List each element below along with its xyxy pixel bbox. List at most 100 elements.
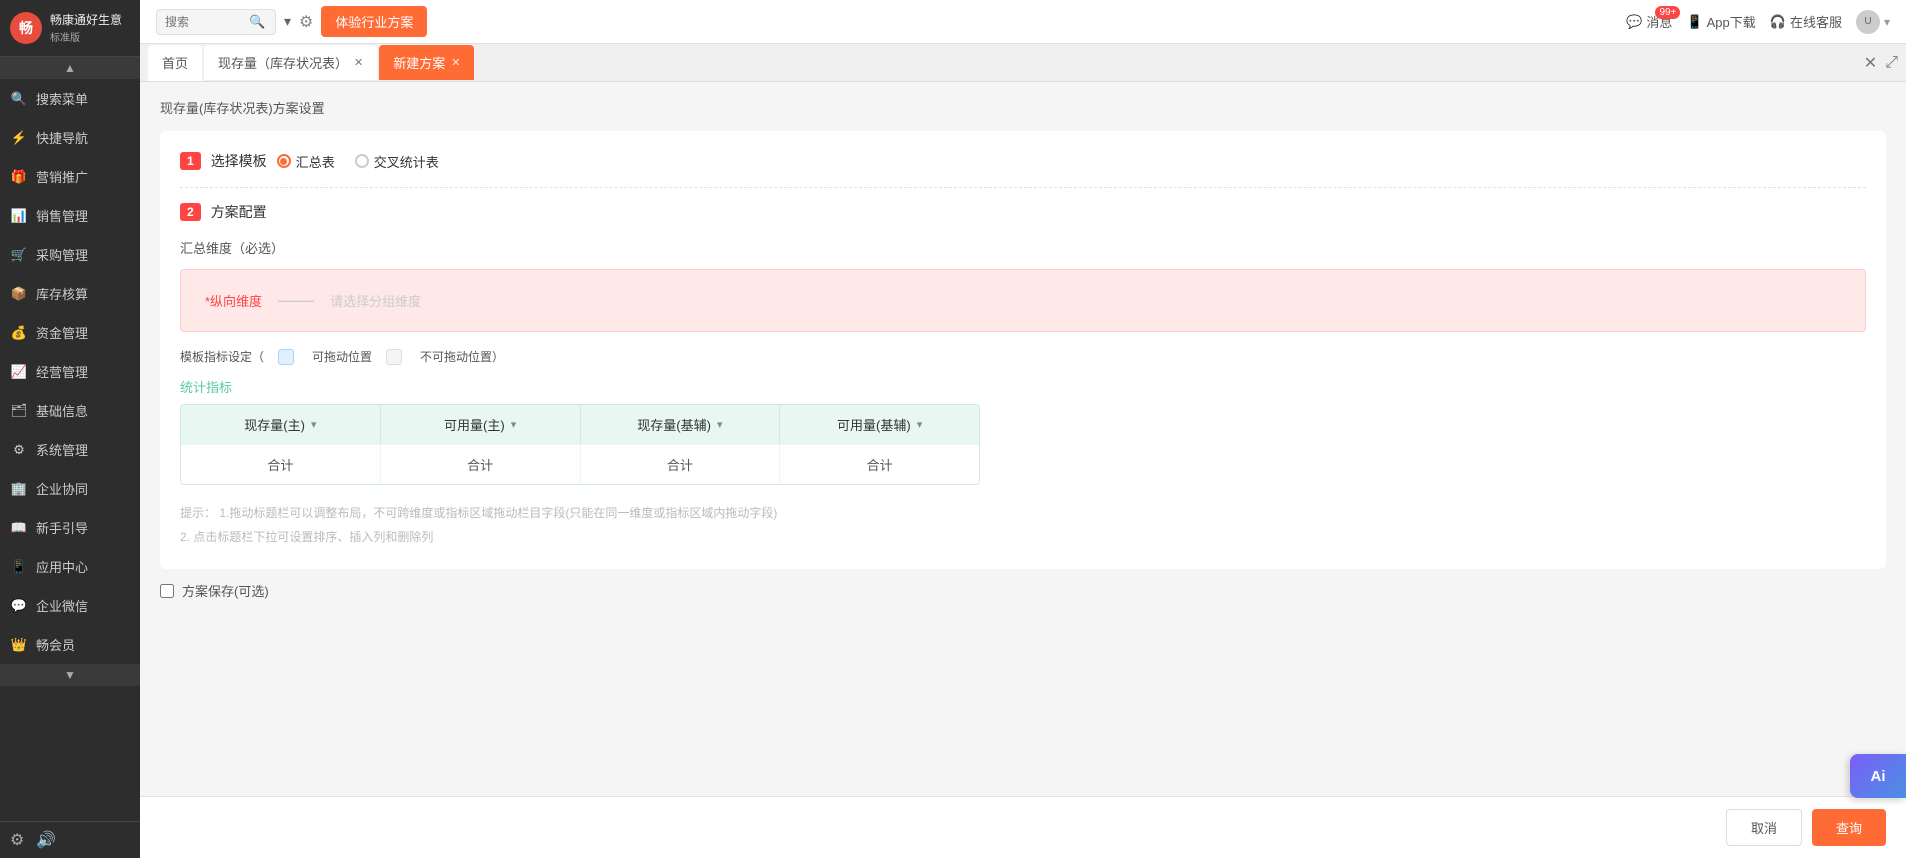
sidebar-scroll-down[interactable]: ▼	[0, 664, 140, 686]
sidebar-item-marketing[interactable]: 🎁 营销推广	[0, 157, 140, 196]
sidebar-item-operations[interactable]: 📈 经营管理	[0, 352, 140, 391]
wechat-icon: 💬	[10, 597, 28, 615]
step1-badge: 1	[180, 152, 201, 170]
stat-col-2-label: 现存量(基辅)	[637, 415, 711, 434]
stat-col-3-chevron[interactable]: ▾	[917, 418, 923, 431]
sidebar-item-search-menu[interactable]: 🔍 搜索菜单	[0, 79, 140, 118]
stat-section-title: 统计指标	[180, 377, 1866, 396]
stat-col-1-chevron[interactable]: ▾	[511, 418, 517, 431]
sidebar-item-quick-nav[interactable]: ⚡ 快捷导航	[0, 118, 140, 157]
sidebar: 畅 畅康通好生意 标准版 ▲ 🔍 搜索菜单 ⚡ 快捷导航 🎁 营销推广 📊 销售…	[0, 0, 140, 858]
footer-bar: 取消 查询	[140, 796, 1906, 858]
dimension-area[interactable]: *纵向维度 —— 请选择分组维度	[180, 269, 1866, 332]
service-label: 在线客服	[1790, 12, 1842, 31]
brand-edition: 标准版	[50, 29, 122, 44]
radio-cross-label: 交叉统计表	[374, 152, 439, 171]
messages-badge: 99+	[1655, 6, 1680, 19]
hints-area: 提示： 1.拖动标题栏可以调整布局，不可跨维度或指标区域拖动栏目字段(只能在同一…	[180, 501, 1866, 549]
purchase-icon: 🛒	[10, 246, 28, 264]
company-icon: 🏢	[10, 480, 28, 498]
sidebar-item-basic-info[interactable]: 🗂 基础信息	[0, 391, 140, 430]
basic-info-icon: 🗂	[10, 402, 28, 420]
search-input[interactable]	[165, 15, 245, 29]
tab-expand-icon[interactable]: ⤢	[1885, 54, 1898, 72]
sidebar-item-guide[interactable]: 📖 新手引导	[0, 508, 140, 547]
tab-new-plan[interactable]: 新建方案 ✕	[379, 45, 474, 80]
sidebar-item-system[interactable]: ⚙ 系统管理	[0, 430, 140, 469]
stat-table: 现存量(主) ▾ 可用量(主) ▾ 现存量(基辅) ▾ 可用量(基辅) ▾	[180, 404, 980, 485]
sidebar-item-label: 基础信息	[36, 401, 88, 420]
sidebar-item-label: 企业微信	[36, 596, 88, 615]
radio-cross-circle	[355, 154, 369, 168]
settings-icon[interactable]: ⚙	[10, 830, 24, 850]
inventory-icon: 📦	[10, 285, 28, 303]
sidebar-scroll-up[interactable]: ▲	[0, 57, 140, 79]
stat-col-3-label: 可用量(基辅)	[837, 415, 911, 434]
step2-row: 2 方案配置	[180, 202, 1866, 222]
sidebar-item-company[interactable]: 🏢 企业协同	[0, 469, 140, 508]
search-icon: 🔍	[249, 14, 265, 30]
tab-inventory-close-icon[interactable]: ✕	[354, 56, 363, 69]
stat-col-0[interactable]: 现存量(主) ▾	[181, 405, 381, 444]
member-icon: 👑	[10, 636, 28, 654]
sidebar-item-label: 企业协同	[36, 479, 88, 498]
stat-col-2[interactable]: 现存量(基辅) ▾	[581, 405, 781, 444]
avatar: U	[1856, 10, 1880, 34]
stat-col-1[interactable]: 可用量(主) ▾	[381, 405, 581, 444]
cancel-button[interactable]: 取消	[1726, 809, 1802, 846]
radio-summary-label: 汇总表	[296, 152, 335, 171]
service-icon: 🎧	[1770, 14, 1786, 30]
sidebar-item-wechat[interactable]: 💬 企业微信	[0, 586, 140, 625]
indicator-legend-title: 模板指标设定（	[180, 348, 264, 365]
hint-1: 提示： 1.拖动标题栏可以调整布局，不可跨维度或指标区域拖动栏目字段(只能在同一…	[180, 501, 1866, 525]
stat-col-0-chevron[interactable]: ▾	[311, 418, 317, 431]
sidebar-item-purchase[interactable]: 🛒 采购管理	[0, 235, 140, 274]
step2-title: 方案配置	[211, 202, 267, 222]
radio-cross[interactable]: 交叉统计表	[355, 152, 439, 171]
stat-col-1-label: 可用量(主)	[444, 415, 505, 434]
sidebar-item-member[interactable]: 👑 畅会员	[0, 625, 140, 664]
online-service-button[interactable]: 🎧 在线客服	[1770, 12, 1842, 31]
topbar-gear-icon[interactable]: ⚙	[299, 12, 313, 32]
sidebar-item-label: 快捷导航	[36, 128, 88, 147]
sidebar-item-sales[interactable]: 📊 销售管理	[0, 196, 140, 235]
app-download-button[interactable]: 📱 App下载	[1686, 12, 1755, 31]
stat-col-2-chevron[interactable]: ▾	[717, 418, 723, 431]
stat-cell-0-2: 合计	[581, 445, 781, 484]
sidebar-item-label: 销售管理	[36, 206, 88, 225]
save-row: 方案保存(可选)	[160, 581, 1886, 600]
sidebar-item-app-center[interactable]: 📱 应用中心	[0, 547, 140, 586]
step2-badge: 2	[180, 203, 201, 221]
stat-col-3[interactable]: 可用量(基辅) ▾	[780, 405, 979, 444]
tab-home[interactable]: 首页	[148, 45, 202, 81]
search-menu-icon: 🔍	[10, 90, 28, 108]
step-divider	[180, 187, 1866, 188]
messages-button[interactable]: 💬 消息 99+	[1626, 12, 1672, 31]
speaker-icon[interactable]: 🔊	[36, 830, 56, 850]
save-checkbox[interactable]	[160, 584, 174, 598]
page-title: 现存量(库存状况表)方案设置	[160, 98, 1886, 117]
draggable-legend-label: 可拖动位置	[312, 348, 372, 365]
ai-button[interactable]: Ai	[1850, 754, 1906, 798]
industry-solution-button[interactable]: 体验行业方案	[321, 6, 427, 37]
main-area: 🔍 ▾ ⚙ 体验行业方案 💬 消息 99+ 📱 App下载 🎧 在线客服 U ▾	[140, 0, 1906, 858]
sidebar-item-label: 库存核算	[36, 284, 88, 303]
tab-bar-actions: ✕ ⤢	[1864, 53, 1898, 73]
top-bar: 🔍 ▾ ⚙ 体验行业方案 💬 消息 99+ 📱 App下载 🎧 在线客服 U ▾	[140, 0, 1906, 44]
query-button[interactable]: 查询	[1812, 809, 1886, 846]
sidebar-item-finance[interactable]: 💰 资金管理	[0, 313, 140, 352]
tab-new-plan-close-icon[interactable]: ✕	[451, 56, 460, 69]
sidebar-item-inventory[interactable]: 📦 库存核算	[0, 274, 140, 313]
brand-name: 畅康通好生意	[50, 12, 122, 29]
user-avatar-button[interactable]: U ▾	[1856, 10, 1890, 34]
brand-area: 畅 畅康通好生意 标准版	[0, 0, 140, 57]
tab-inventory-status[interactable]: 现存量（库存状况表） ✕	[204, 45, 377, 80]
sidebar-item-label: 应用中心	[36, 557, 88, 576]
tab-close-window-icon[interactable]: ✕	[1864, 53, 1877, 73]
topbar-dropdown-icon[interactable]: ▾	[284, 13, 291, 30]
vertical-dim-placeholder: 请选择分组维度	[330, 291, 421, 310]
radio-summary[interactable]: 汇总表	[277, 152, 335, 171]
page-content: 现存量(库存状况表)方案设置 1 选择模板 汇总表 交叉统计表	[140, 82, 1906, 796]
search-bar[interactable]: 🔍	[156, 9, 276, 35]
draggable-legend-box	[278, 349, 294, 365]
